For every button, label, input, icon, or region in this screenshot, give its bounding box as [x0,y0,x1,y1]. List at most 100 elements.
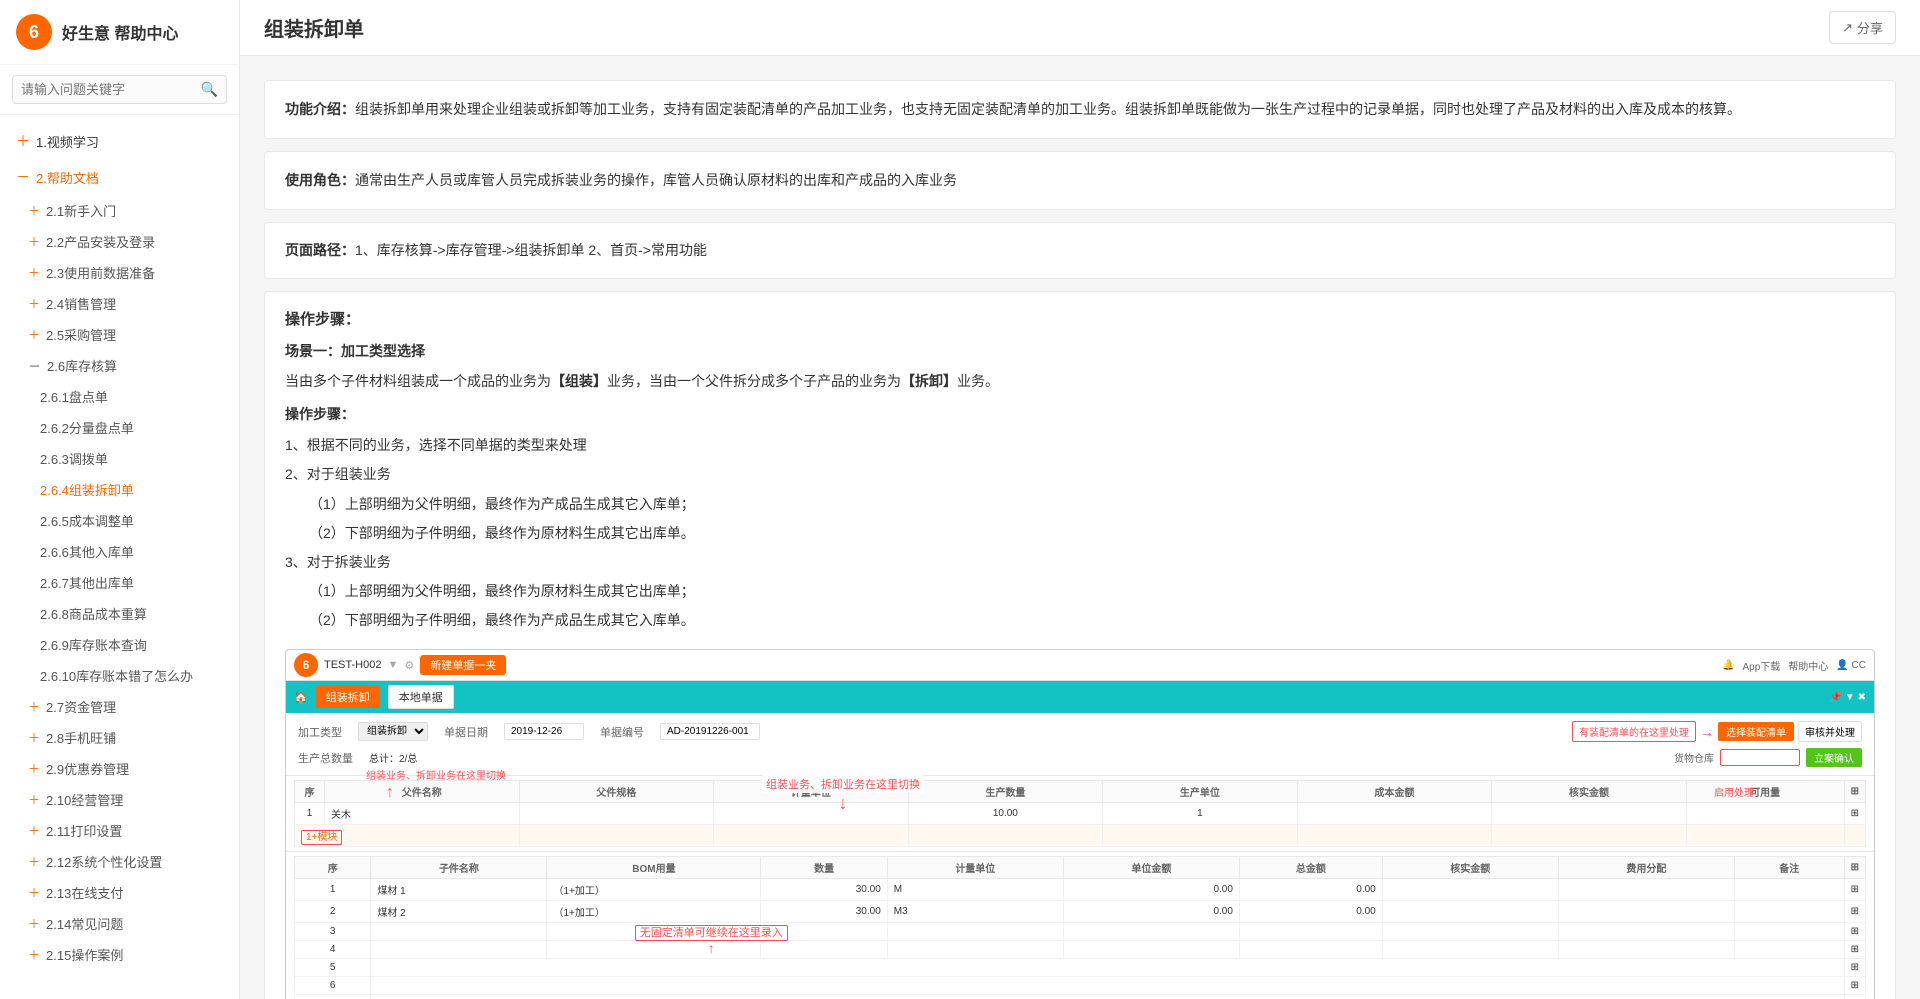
sidebar-item-newbie[interactable]: ＋ 2.1新手入门 [0,195,239,226]
lower-table-row-4: 4 ⊞ [295,941,1866,959]
sidebar-item-purchase[interactable]: ＋ 2.5采购管理 [0,319,239,350]
search-input-wrap[interactable]: 🔍 [12,75,227,104]
sidebar-item-inventory-query[interactable]: 2.6.9库存账本查询 [0,629,239,660]
page-title: 组装拆卸单 [264,13,364,42]
minus-icon-2: － [16,167,30,187]
sidebar-item-label: 2.帮助文档 [36,168,99,187]
plus-icon: ＋ [28,326,40,343]
lower-cell-op4[interactable]: ⊞ [1844,941,1865,959]
sidebar-item-help-docs[interactable]: － 2.帮助文档 [0,159,239,195]
cell-btn[interactable]: ⊞ [1844,803,1865,825]
lower-cell-uc-3 [1063,923,1239,941]
lower-cell-alloc-2 [1558,901,1734,923]
lower-cell-op-2[interactable]: ⊞ [1844,901,1865,923]
sidebar-item-video-learning[interactable]: ＋ 1.视频学习 [0,123,239,159]
lower-cell-seq-3: 3 [295,923,371,941]
lower-col-unit-cost: 单位金额 [1063,857,1239,879]
lower-cell-op-3[interactable]: ⊞ [1844,923,1865,941]
step-1: 1、根据不同的业务，选择不同单据的类型来处理 [285,433,1875,458]
app-bom-dropdown[interactable]: 1+模块 [301,830,342,845]
sidebar-header: 6 好生意 帮助中心 [0,0,239,65]
cell-bom5 [1103,825,1298,847]
sidebar-item-partial-stocktake[interactable]: 2.6.2分量盘点单 [0,412,239,443]
app-confirm-btn[interactable]: 立案确认 [1806,748,1862,767]
app-warehouse-input[interactable] [1720,749,1800,766]
lower-col-op: ⊞ [1844,857,1865,879]
sidebar-item-install[interactable]: ＋ 2.2产品安装及登录 [0,226,239,257]
annotation-4: 启用处理 [1714,788,1754,799]
sidebar-item-faq[interactable]: ＋ 2.14常见问题 [0,908,239,939]
lower-col-qty: 数量 [761,857,887,879]
table-row-bom: 1+模块 [295,825,1866,847]
app-form-date-input[interactable] [504,723,584,740]
lower-table-row-3: 3 ⊞ [295,923,1866,941]
lower-cell-al4 [1558,941,1734,959]
main-header: 组装拆卸单 ↗ 分享 [240,0,1920,56]
step-2-sub2: （2）下部明细为子件明细，最终作为原材料生成其它出库单。 [285,521,1875,546]
sidebar-item-assembly[interactable]: 2.6.4组装拆卸单 [0,474,239,505]
app-form-label-no: 单据编号 [600,724,644,740]
sidebar-item-transfer[interactable]: 2.6.3调拨单 [0,443,239,474]
plus-icon: ＋ [28,698,40,715]
lower-cell-remark-2 [1734,901,1844,923]
lower-cell-q4 [761,941,887,959]
app-select-bom-btn[interactable]: 选择装配清单 [1718,722,1794,741]
app-form-no-input[interactable] [660,723,760,740]
role-label: 使用角色： [285,172,355,188]
cell-bom4 [908,825,1103,847]
sidebar-item-sales[interactable]: ＋ 2.4销售管理 [0,288,239,319]
app-form-type-select[interactable]: 组装拆卸 [358,722,428,741]
app-form-label-type: 加工类型 [298,724,342,740]
share-icon: ↗ [1842,20,1853,36]
step-3-sub1: （1）上部明细为父件明细，最终作为原材料生成其它出库单； [285,579,1875,604]
lower-cell-n4 [371,941,547,959]
lower-cell-op6[interactable]: ⊞ [1844,977,1865,995]
sidebar-item-finance[interactable]: ＋ 2.7资金管理 [0,691,239,722]
sidebar-item-operation[interactable]: ＋ 2.10经营管理 [0,784,239,815]
app-tab-local[interactable]: 本地单据 [388,685,454,709]
sidebar-item-cost-recalc[interactable]: 2.6.8商品成本重算 [0,598,239,629]
app-settings-icon: ⚙ [404,659,414,672]
sidebar-item-data-prep[interactable]: ＋ 2.3使用前数据准备 [0,257,239,288]
nav-list: ＋ 1.视频学习 － 2.帮助文档 ＋ 2.1新手入门 ＋ 2.2产品安装及登录 [0,115,239,978]
lower-cell-bom-3 [547,923,761,941]
sidebar-item-cost-adjust[interactable]: 2.6.5成本调整单 [0,505,239,536]
lower-col-bom-qty: BOM用量 [547,857,761,879]
share-button[interactable]: ↗ 分享 [1829,11,1896,44]
sidebar-item-cases[interactable]: ＋ 2.15操作案例 [0,939,239,970]
cell-bom6 [1297,825,1492,847]
sidebar-item-inventory-error[interactable]: 2.6.10库存账本错了怎么办 [0,660,239,691]
sidebar-item-mobile[interactable]: ＋ 2.8手机旺铺 [0,722,239,753]
lower-cell-bom-1: （1+加工） [547,879,761,901]
search-box: 🔍 [0,65,239,115]
lower-cell-op7[interactable]: ⊞ [1844,995,1865,999]
sidebar-item-coupon[interactable]: ＋ 2.9优惠券管理 [0,753,239,784]
lower-cell-name-1: 煤材 1 [371,879,547,901]
lower-cell-op5[interactable]: ⊞ [1844,959,1865,977]
lower-col-total-cost: 总金额 [1239,857,1382,879]
app-new-btn[interactable]: 新建单据一夹 [420,655,506,675]
sidebar-item-other-outbound[interactable]: 2.6.7其他出库单 [0,567,239,598]
sidebar-item-inventory[interactable]: － 2.6库存核算 [0,350,239,381]
cell-qty: 10.00 [908,803,1103,825]
app-dropdown-icon: ▼ [387,659,398,671]
sidebar-item-print[interactable]: ＋ 2.11打印设置 [0,815,239,846]
app-user-icon: 👤 CC [1836,660,1866,671]
sidebar-item-stocktake[interactable]: 2.6.1盘点单 [0,381,239,412]
intro-text: 组装拆卸单用来处理企业组装或拆卸等加工业务，支持有固定装配清单的产品加工业务，也… [355,101,1741,117]
sidebar-item-other-inbound[interactable]: 2.6.6其他入库单 [0,536,239,567]
app-tab-assembly[interactable]: 组装拆卸 [316,686,380,708]
arrow-icon-3: ↑ [386,784,394,802]
sidebar-item-personalize[interactable]: ＋ 2.12系统个性化设置 [0,846,239,877]
search-input[interactable] [21,82,201,97]
app-icon-bell: 🔔 [1722,660,1734,671]
role-block: 使用角色：通常由生产人员或库管人员完成拆装业务的操作，库管人员确认原材料的出库和… [264,151,1896,210]
plus-icon: ＋ [28,915,40,932]
lower-cell-op-1[interactable]: ⊞ [1844,879,1865,901]
lower-table-row-5: 5 ⊞ [295,959,1866,977]
app-approve-btn[interactable]: 审核并处理 [1798,721,1862,742]
lower-cell-b4 [547,941,761,959]
sidebar-item-payment[interactable]: ＋ 2.13在线支付 [0,877,239,908]
lower-cell-empty-6 [371,977,1844,995]
app-lower-table-area: 序 子件名称 BOM用量 数量 计量单位 单位金额 总金额 核实金额 费用分配 [286,852,1874,999]
